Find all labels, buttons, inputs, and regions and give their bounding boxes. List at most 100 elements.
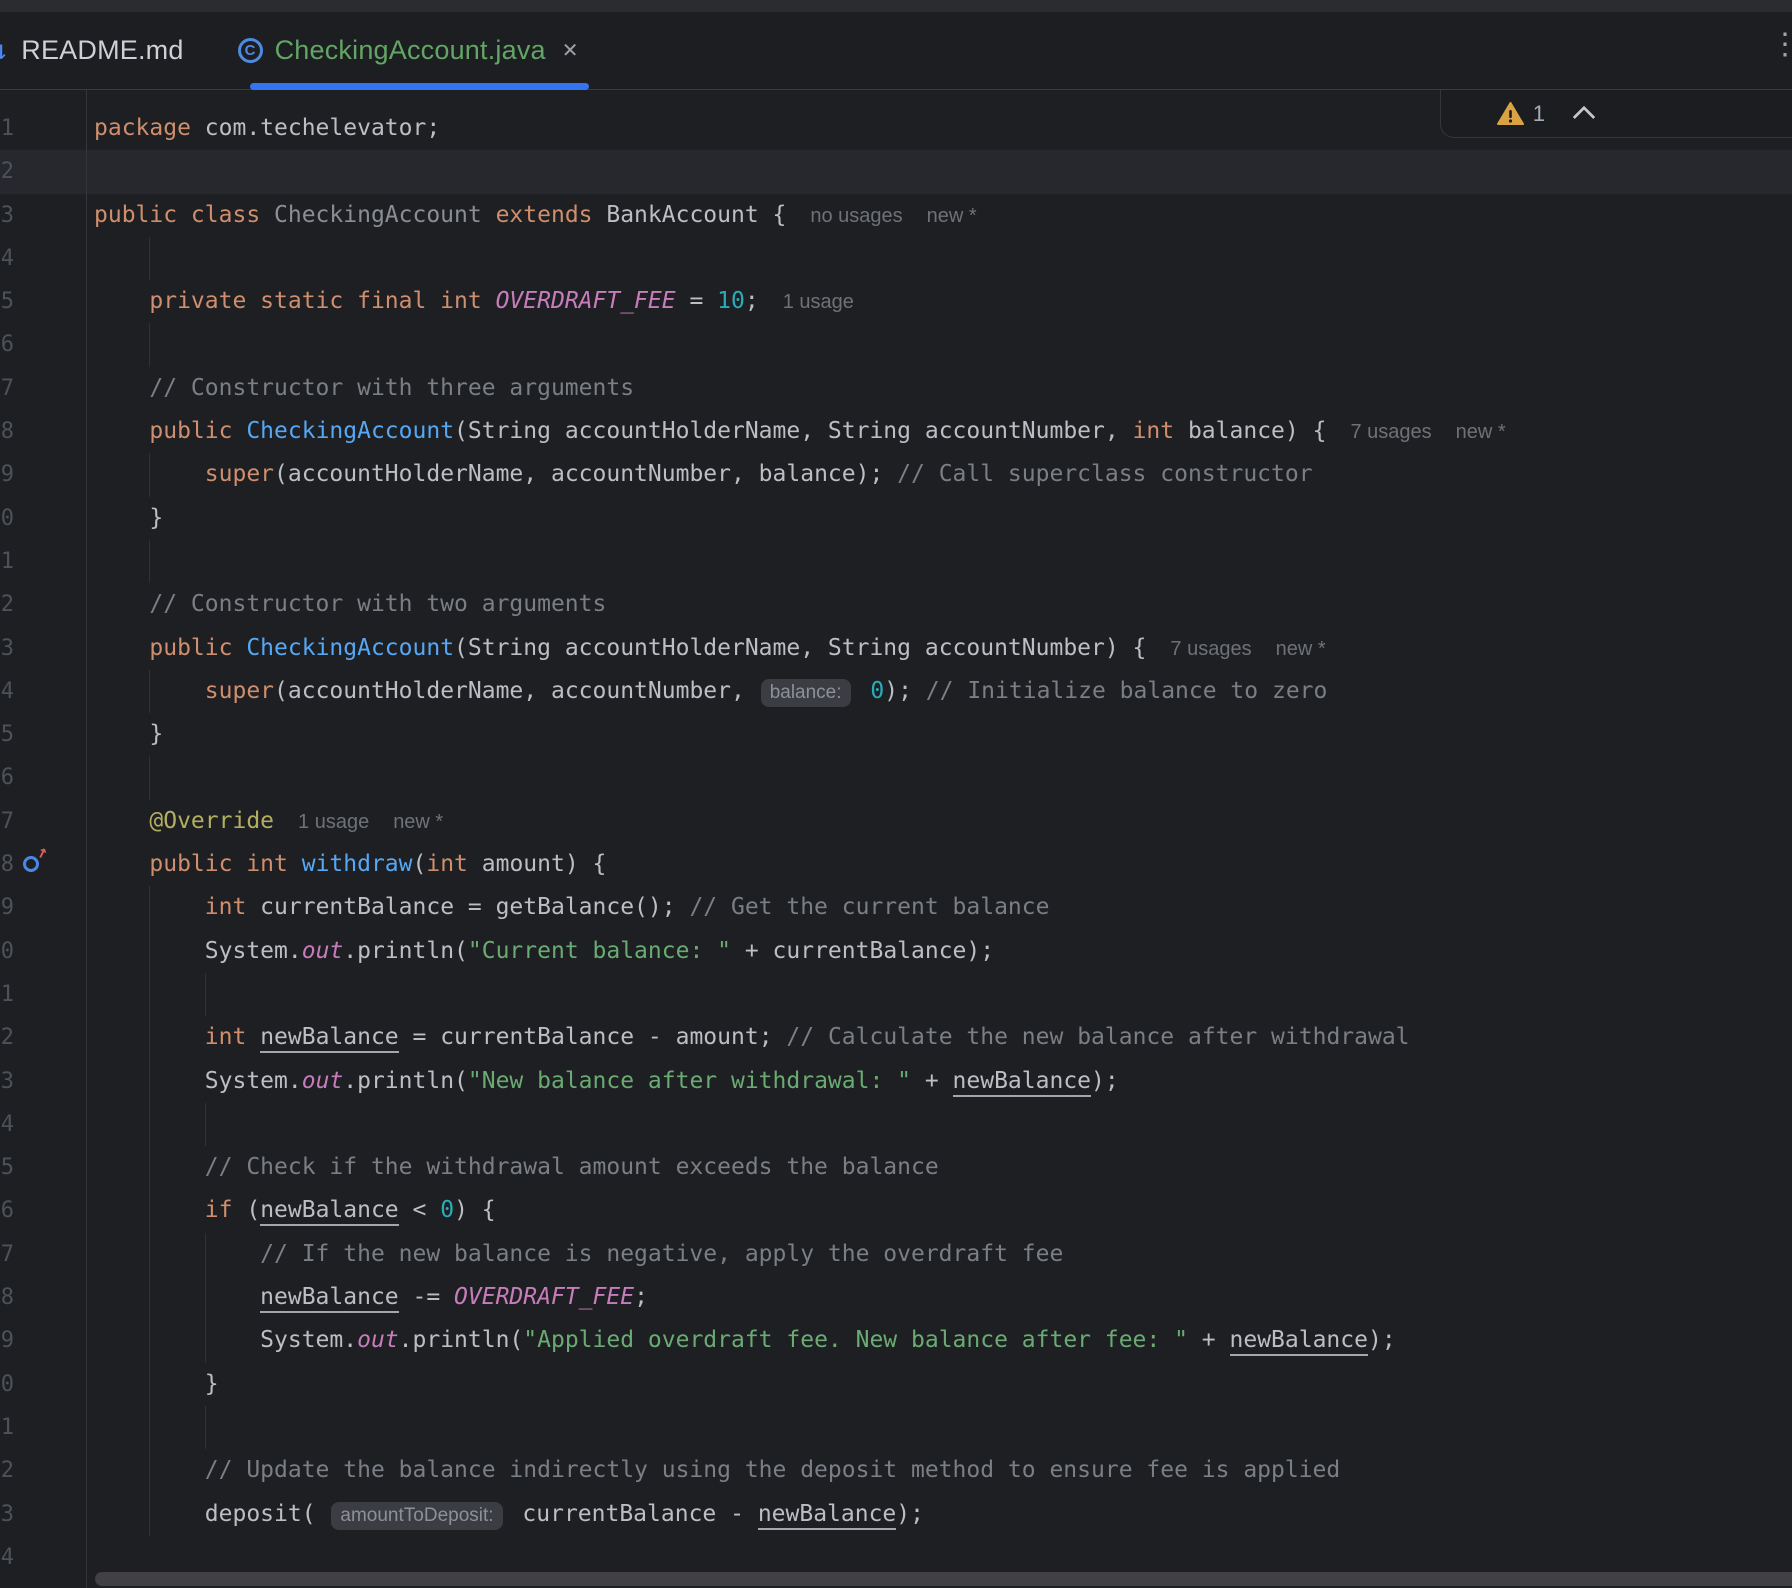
inlay-hint[interactable]: new * — [1276, 638, 1326, 660]
code-line[interactable]: 33 deposit( amountToDeposit: currentBala… — [0, 1493, 1792, 1536]
line-number[interactable]: 9 — [0, 453, 14, 496]
code-token: withdraw — [302, 851, 413, 877]
line-number[interactable]: 11 — [0, 540, 14, 583]
code-token — [857, 678, 871, 704]
code-line[interactable]: 20 System.out.println("Current balance: … — [0, 930, 1792, 973]
line-number[interactable]: 33 — [0, 1493, 14, 1536]
code-line-content: public CheckingAccount(String accountHol… — [94, 410, 1792, 453]
inlay-hint[interactable]: new * — [1456, 421, 1506, 443]
line-number[interactable]: 25 — [0, 1146, 14, 1189]
code-line[interactable]: 25 // Check if the withdrawal amount exc… — [0, 1146, 1792, 1189]
line-number[interactable]: 24 — [0, 1103, 14, 1146]
code-editor[interactable]: 1package com.techelevator;23public class… — [0, 90, 1792, 1588]
line-number[interactable]: 31 — [0, 1406, 14, 1449]
code-token: } — [94, 721, 163, 747]
indent-guide — [205, 1406, 206, 1449]
code-line[interactable]: 18↑ public int withdraw(int amount) { — [0, 843, 1792, 886]
code-line[interactable]: 10 } — [0, 497, 1792, 540]
code-token: (accountHolderName, accountNumber, balan… — [274, 461, 897, 487]
code-line[interactable]: 15 } — [0, 713, 1792, 756]
code-line[interactable]: 4 — [0, 237, 1792, 280]
tab-overflow-menu-icon[interactable]: ⋮ — [1770, 30, 1792, 60]
line-number[interactable]: 6 — [0, 323, 14, 366]
code-line[interactable]: 23 System.out.println("New balance after… — [0, 1060, 1792, 1103]
line-number[interactable]: 27 — [0, 1233, 14, 1276]
code-token: ); — [1091, 1068, 1119, 1094]
comment-token: // Update the balance indirectly using t… — [205, 1457, 1340, 1483]
code-token: amount) { — [468, 851, 606, 877]
code-line[interactable]: 7 // Constructor with three arguments — [0, 367, 1792, 410]
tab-readme[interactable]: ↓ README.md — [0, 12, 236, 89]
line-number[interactable]: 2 — [0, 150, 14, 193]
tab-checkingaccount-java[interactable]: C CheckingAccount.java ✕ — [236, 12, 599, 89]
code-token: + currentBalance); — [731, 938, 994, 964]
code-token: System. — [94, 938, 302, 964]
code-line[interactable]: 14 super(accountHolderName, accountNumbe… — [0, 670, 1792, 713]
line-number[interactable]: 3 — [0, 194, 14, 237]
line-number[interactable]: 19 — [0, 886, 14, 929]
horizontal-scrollbar-thumb[interactable] — [95, 1572, 1792, 1586]
inlay-hint[interactable]: no usages — [810, 205, 902, 227]
code-line[interactable]: 21 — [0, 973, 1792, 1016]
inlay-hint[interactable]: 1 usage — [298, 811, 369, 833]
code-line[interactable]: 27 // If the new balance is negative, ap… — [0, 1233, 1792, 1276]
code-line[interactable]: 24 — [0, 1103, 1792, 1146]
line-number[interactable]: 1 — [0, 107, 14, 150]
code-line[interactable]: 5 private static final int OVERDRAFT_FEE… — [0, 280, 1792, 323]
line-number[interactable]: 12 — [0, 583, 14, 626]
code-line[interactable]: 29 System.out.println("Applied overdraft… — [0, 1319, 1792, 1362]
line-number[interactable]: 4 — [0, 237, 14, 280]
inlay-hint[interactable]: new * — [393, 811, 443, 833]
code-line-content: int newBalance = currentBalance - amount… — [94, 1016, 1792, 1059]
line-number[interactable]: 20 — [0, 930, 14, 973]
line-number[interactable]: 22 — [0, 1016, 14, 1059]
keyword-token: extends — [496, 202, 607, 228]
code-line[interactable]: 2 — [0, 150, 1792, 193]
line-number[interactable]: 28 — [0, 1276, 14, 1319]
line-number[interactable]: 30 — [0, 1363, 14, 1406]
code-line[interactable]: 26 if (newBalance < 0) { — [0, 1189, 1792, 1232]
arrow-down-icon: ↓ — [0, 35, 9, 66]
line-number[interactable]: 8 — [0, 410, 14, 453]
code-line[interactable]: 17 @Override1 usagenew * — [0, 800, 1792, 843]
code-line[interactable]: 11 — [0, 540, 1792, 583]
line-number[interactable]: 13 — [0, 627, 14, 670]
inlay-hint[interactable]: 7 usages — [1170, 638, 1251, 660]
code-line[interactable]: 13 public CheckingAccount(String account… — [0, 627, 1792, 670]
code-line[interactable]: 30 } — [0, 1363, 1792, 1406]
indent-guide — [149, 1189, 150, 1232]
line-number[interactable]: 18 — [0, 843, 14, 886]
line-number[interactable]: 7 — [0, 367, 14, 410]
line-number[interactable]: 10 — [0, 497, 14, 540]
inspections-widget[interactable]: 1 — [1440, 90, 1792, 138]
code-line[interactable]: 32 // Update the balance indirectly usin… — [0, 1449, 1792, 1492]
code-line[interactable]: 22 int newBalance = currentBalance - amo… — [0, 1016, 1792, 1059]
line-number[interactable]: 16 — [0, 756, 14, 799]
code-line[interactable]: 9 super(accountHolderName, accountNumber… — [0, 453, 1792, 496]
inlay-hint[interactable]: new * — [927, 205, 977, 227]
code-line[interactable]: 3public class CheckingAccount extends Ba… — [0, 194, 1792, 237]
line-number[interactable]: 29 — [0, 1319, 14, 1362]
inlay-hint[interactable]: 1 usage — [783, 291, 854, 313]
code-line[interactable]: 28 newBalance -= OVERDRAFT_FEE; — [0, 1276, 1792, 1319]
code-line[interactable]: 31 — [0, 1406, 1792, 1449]
line-number[interactable]: 26 — [0, 1189, 14, 1232]
code-line[interactable]: 19 int currentBalance = getBalance(); //… — [0, 886, 1792, 929]
line-number[interactable]: 17 — [0, 800, 14, 843]
inlay-hint[interactable]: 7 usages — [1350, 421, 1431, 443]
line-number[interactable]: 32 — [0, 1449, 14, 1492]
line-number[interactable]: 21 — [0, 973, 14, 1016]
code-line[interactable]: 16 — [0, 756, 1792, 799]
line-number[interactable]: 14 — [0, 670, 14, 713]
line-number[interactable]: 34 — [0, 1536, 14, 1579]
line-number[interactable]: 23 — [0, 1060, 14, 1103]
code-token: System. — [94, 1327, 357, 1353]
code-line[interactable]: 6 — [0, 323, 1792, 366]
chevron-up-icon[interactable] — [1573, 105, 1596, 128]
line-number[interactable]: 5 — [0, 280, 14, 323]
line-number[interactable]: 15 — [0, 713, 14, 756]
code-line[interactable]: 12 // Constructor with two arguments — [0, 583, 1792, 626]
code-line[interactable]: 8 public CheckingAccount(String accountH… — [0, 410, 1792, 453]
close-icon[interactable]: ✕ — [562, 38, 579, 63]
overriding-method-icon[interactable]: ↑ — [23, 851, 47, 875]
